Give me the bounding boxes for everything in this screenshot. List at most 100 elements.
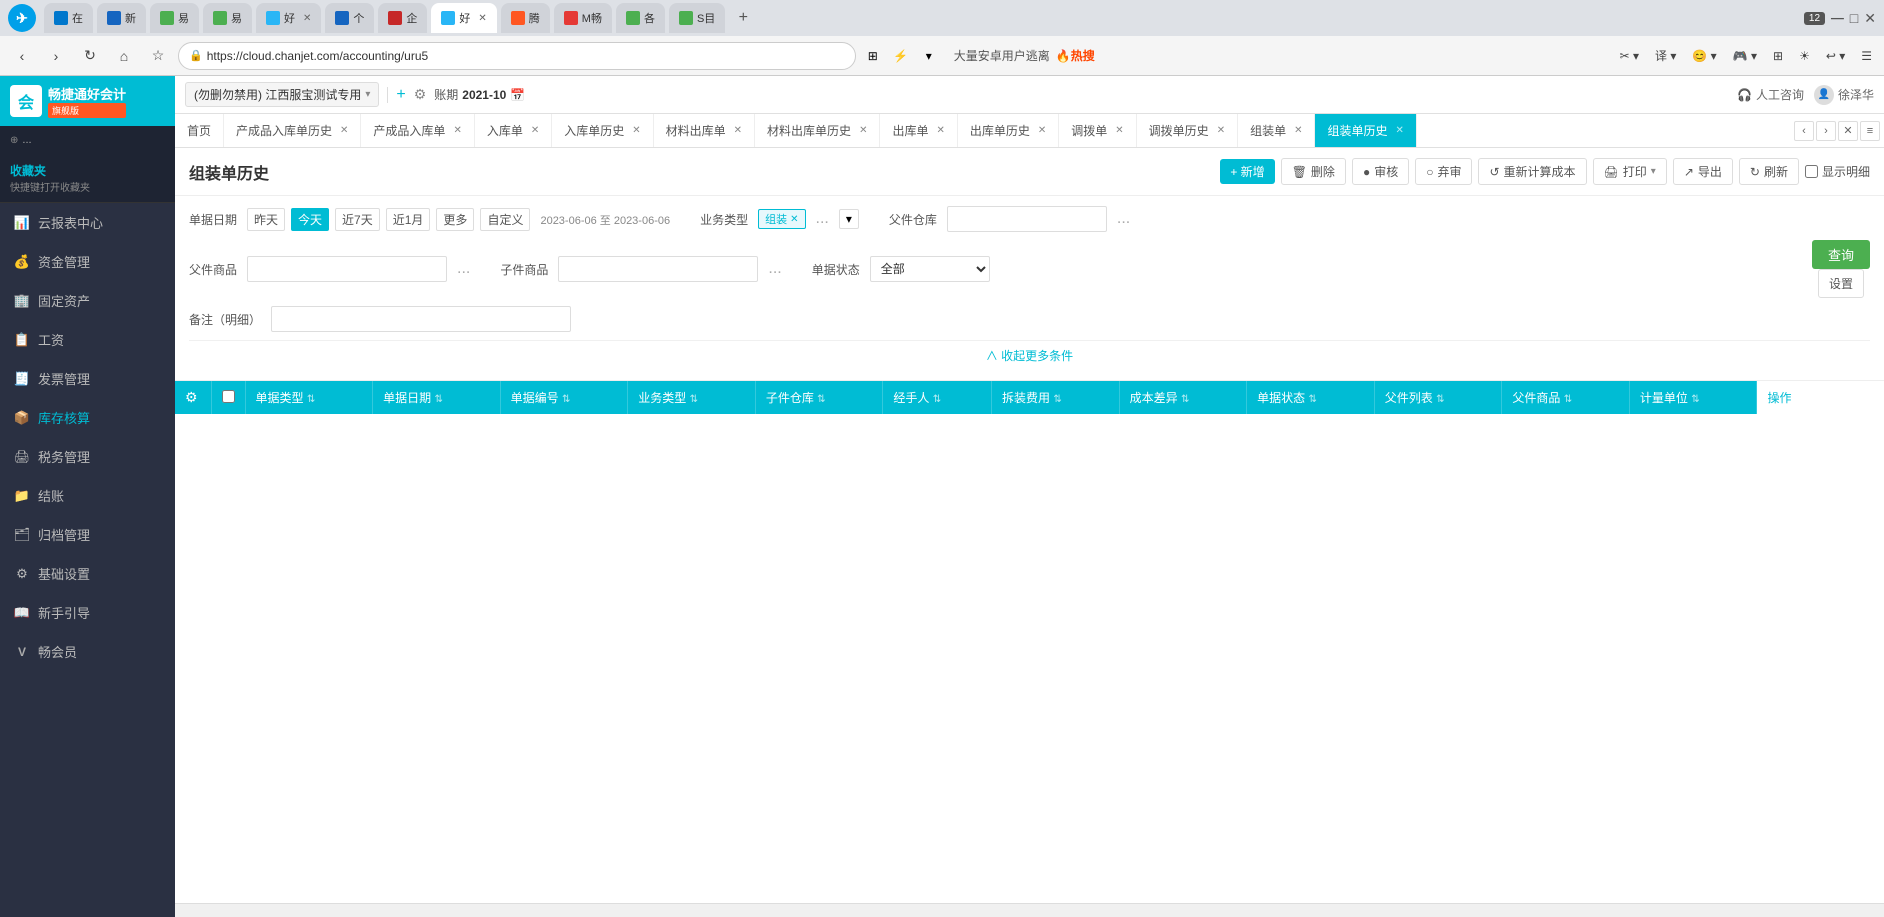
col-cost-diff[interactable]: 成本差异 ⇅ (1119, 381, 1247, 414)
refresh-nav-button[interactable]: ↻ (76, 42, 104, 70)
delete-button[interactable]: 🗑 删除 (1281, 158, 1346, 185)
undo-icon[interactable]: ↩ ▾ (1822, 47, 1849, 65)
tabs-close-all[interactable]: ✕ (1838, 121, 1858, 141)
add-company-button[interactable]: + (396, 86, 405, 104)
minimize-button[interactable]: ─ (1831, 8, 1844, 29)
parent-product-ellipsis[interactable]: ... (457, 260, 470, 278)
address-bar[interactable]: 🔒 https://cloud.chanjet.com/accounting/u… (178, 42, 856, 70)
col-date[interactable]: 单据日期 ⇅ (373, 381, 501, 414)
nav-tab-4-close[interactable]: ✕ (632, 125, 640, 136)
col-parent-list[interactable]: 父件列表 ⇅ (1374, 381, 1502, 414)
nav-tab-1[interactable]: 产成品入库单历史 ✕ (224, 114, 361, 147)
horizontal-scrollbar[interactable] (175, 903, 1884, 917)
nav-tab-9-close[interactable]: ✕ (1115, 125, 1123, 136)
remark-input[interactable] (271, 306, 571, 332)
sidebar-item-assets[interactable]: 🏢 固定资产 (0, 281, 175, 320)
parent-warehouse-input[interactable] (947, 206, 1107, 232)
bookmark-button[interactable]: ☆ (144, 42, 172, 70)
sidebar-item-tax[interactable]: 🖨 税务管理 (0, 437, 175, 476)
sub-product-input[interactable] (558, 256, 758, 282)
date-btn-1month[interactable]: 近1月 (386, 208, 431, 231)
nav-tab-2[interactable]: 产成品入库单 ✕ (361, 114, 474, 147)
browser-tab-5[interactable]: 好 ✕ (256, 3, 321, 33)
company-selector[interactable]: (勿删勿禁用) 江西服宝测试专用 ▾ (185, 82, 379, 107)
nav-tab-12-close[interactable]: ✕ (1396, 125, 1404, 136)
scissors-icon[interactable]: ✂ ▾ (1616, 47, 1643, 65)
date-btn-yesterday[interactable]: 昨天 (247, 208, 285, 231)
recalc-button[interactable]: ↺ 重新计算成本 (1478, 158, 1586, 185)
col-bill-status[interactable]: 单据状态 ⇅ (1247, 381, 1375, 414)
business-type-ellipsis[interactable]: ... (816, 210, 829, 228)
date-btn-7days[interactable]: 近7天 (335, 208, 380, 231)
export-button[interactable]: ↗ 导出 (1673, 158, 1733, 185)
col-parent-product[interactable]: 父件商品 ⇅ (1502, 381, 1630, 414)
sidebar-company[interactable]: ⊕ ... (0, 126, 175, 154)
col-biz-type[interactable]: 业务类型 ⇅ (628, 381, 756, 414)
browser-tab-9[interactable]: 腾 (501, 3, 550, 33)
browser-tab-12[interactable]: S目 (669, 3, 725, 33)
sidebar-item-finance[interactable]: 💰 资金管理 (0, 242, 175, 281)
nav-tab-5-close[interactable]: ✕ (734, 125, 742, 136)
sidebar-item-invoice[interactable]: 🧾 发票管理 (0, 359, 175, 398)
browser-tab-1[interactable]: 在 (44, 3, 93, 33)
col-type[interactable]: 单据类型 ⇅ (245, 381, 373, 414)
new-button[interactable]: + 新增 (1220, 159, 1274, 184)
nav-tab-6[interactable]: 材料出库单历史 ✕ (755, 114, 880, 147)
sun-icon[interactable]: ☀ (1795, 47, 1814, 65)
new-tab-button[interactable]: + (729, 4, 757, 32)
parent-product-input[interactable] (247, 256, 447, 282)
business-type-tag-close[interactable]: ✕ (790, 214, 798, 225)
business-type-dropdown[interactable]: ▾ (839, 209, 859, 229)
browser-tab-3[interactable]: 易 (150, 3, 199, 33)
nav-tab-4[interactable]: 入库单历史 ✕ (552, 114, 653, 147)
sidebar-item-reports[interactable]: 📊 云报表中心 (0, 203, 175, 242)
grid-icon[interactable]: ⊞ (1769, 47, 1787, 65)
refresh-button[interactable]: ↻ 刷新 (1739, 158, 1799, 185)
display-detail-checkbox[interactable] (1805, 165, 1818, 178)
nav-tab-8[interactable]: 出库单历史 ✕ (958, 114, 1059, 147)
tabs-arrow-left[interactable]: ‹ (1794, 121, 1814, 141)
tabs-menu[interactable]: ≡ (1860, 121, 1880, 141)
tab-count-badge[interactable]: 12 (1804, 12, 1825, 25)
tab-close-5[interactable]: ✕ (303, 13, 311, 24)
sidebar-item-member[interactable]: V 畅会员 (0, 632, 175, 671)
nav-tab-5[interactable]: 材料出库单 ✕ (654, 114, 755, 147)
col-disassemble-fee[interactable]: 拆装费用 ⇅ (992, 381, 1120, 414)
nav-tab-11-close[interactable]: ✕ (1294, 125, 1302, 136)
nav-tab-9[interactable]: 调拨单 ✕ (1059, 114, 1136, 147)
tab-close-8[interactable]: ✕ (478, 13, 486, 24)
game-icon[interactable]: 🎮 ▾ (1729, 47, 1761, 65)
forward-button[interactable]: › (42, 42, 70, 70)
close-button[interactable]: ✕ (1864, 10, 1876, 27)
table-settings-col[interactable]: ⚙ (175, 381, 211, 414)
sub-product-ellipsis[interactable]: ... (768, 260, 781, 278)
lightning-icon[interactable]: ⚡ (890, 45, 912, 67)
browser-tab-2[interactable]: 新 (97, 3, 146, 33)
audit-button[interactable]: ● 审核 (1352, 158, 1409, 185)
nav-tab-3-close[interactable]: ✕ (531, 125, 539, 136)
date-btn-more[interactable]: 更多 (436, 208, 474, 231)
select-all-checkbox[interactable] (222, 390, 235, 403)
nav-tab-7[interactable]: 出库单 ✕ (880, 114, 957, 147)
nav-tab-12[interactable]: 组装单历史 ✕ (1315, 114, 1416, 147)
nav-tab-6-close[interactable]: ✕ (859, 125, 867, 136)
bill-status-select[interactable]: 全部 草稿 已审核 (870, 256, 990, 282)
date-btn-custom[interactable]: 自定义 (480, 208, 530, 231)
nav-tab-10[interactable]: 调拨单历史 ✕ (1137, 114, 1238, 147)
sidebar-item-settings[interactable]: ⚙ 基础设置 (0, 554, 175, 593)
col-number[interactable]: 单据编号 ⇅ (500, 381, 628, 414)
settings-gear-button[interactable]: ⚙ (414, 86, 427, 103)
qr-code-icon[interactable]: ⊞ (862, 45, 884, 67)
browser-tab-8[interactable]: 好 ✕ (431, 3, 496, 33)
parent-warehouse-ellipsis[interactable]: ... (1117, 210, 1130, 228)
sidebar-item-salary[interactable]: 📋 工资 (0, 320, 175, 359)
home-button[interactable]: ⌂ (110, 42, 138, 70)
dropdown-arrow[interactable]: ▾ (918, 45, 940, 67)
emoji-icon[interactable]: 😊 ▾ (1688, 47, 1720, 65)
table-settings-icon[interactable]: ⚙ (185, 389, 198, 405)
browser-tab-6[interactable]: 个 (325, 3, 374, 33)
period-selector[interactable]: 账期 2021-10 📅 (434, 86, 525, 103)
nav-tab-10-close[interactable]: ✕ (1217, 125, 1225, 136)
nav-tab-8-close[interactable]: ✕ (1038, 125, 1046, 136)
service-button[interactable]: 🎧 人工咨询 (1737, 86, 1804, 103)
